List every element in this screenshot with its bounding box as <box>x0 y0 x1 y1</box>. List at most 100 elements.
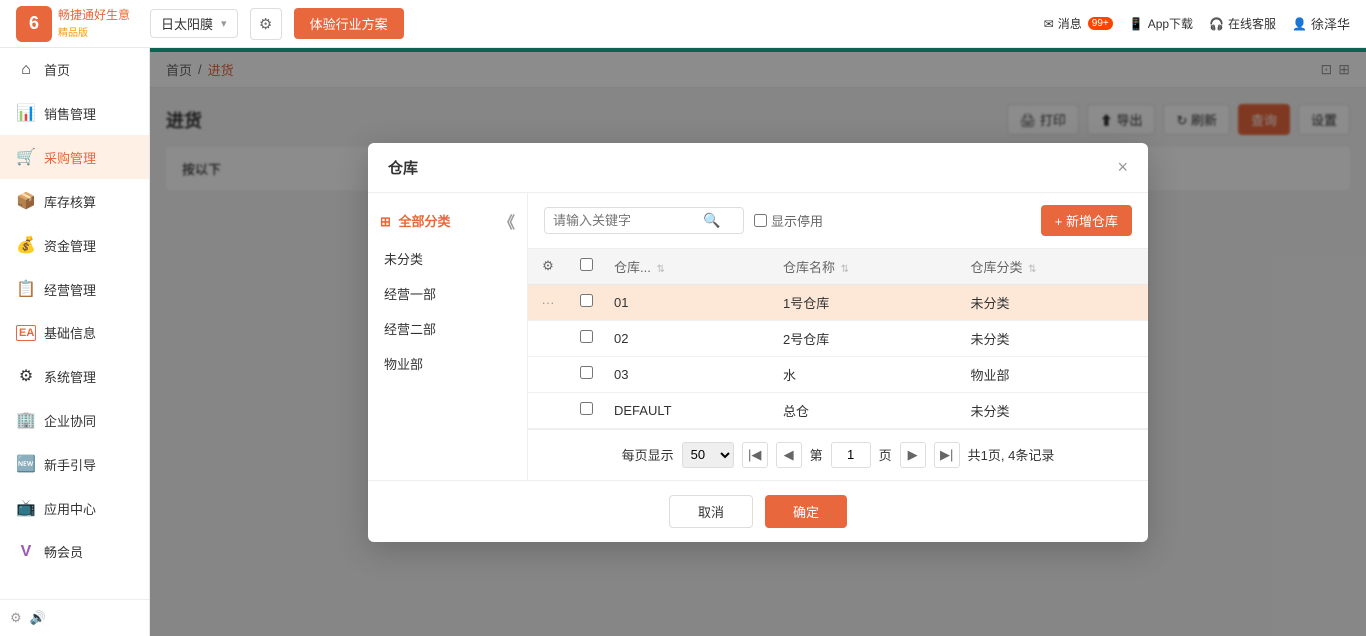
show-disabled-label: 显示停用 <box>771 211 823 230</box>
show-disabled-checkbox-label[interactable]: 显示停用 <box>754 211 823 230</box>
audio-icon[interactable]: 🔊 <box>30 610 46 626</box>
category-item-2[interactable]: 经营二部 <box>368 311 527 346</box>
headset-icon: 🎧 <box>1209 17 1224 31</box>
row-name: 总仓 <box>773 392 960 428</box>
trial-button[interactable]: 体验行业方案 <box>294 8 404 39</box>
warehouse-table: ⚙ 仓库... ⇅ <box>528 249 1148 429</box>
sidebar-item-finance[interactable]: 💰 资金管理 <box>0 223 149 267</box>
col-name-label: 仓库名称 <box>783 260 835 275</box>
row-more-icon[interactable]: ··· <box>542 295 555 310</box>
row-actions[interactable] <box>528 392 568 428</box>
sales-icon: 📊 <box>16 103 36 123</box>
sidebar-bottom: ⚙ 🔊 <box>0 599 149 636</box>
row-checkbox[interactable] <box>580 294 593 307</box>
col-settings: ⚙ <box>528 249 568 285</box>
table-row[interactable]: 02 2号仓库 未分类 <box>528 320 1148 356</box>
table-row[interactable]: DEFAULT 总仓 未分类 <box>528 392 1148 428</box>
row-actions[interactable] <box>528 320 568 356</box>
modal-title: 仓库 <box>388 157 418 178</box>
show-disabled-checkbox[interactable] <box>754 214 767 227</box>
store-name: 日太阳膜 <box>161 14 213 33</box>
row-checkbox[interactable] <box>580 366 593 379</box>
sidebar-label-home: 首页 <box>44 60 70 79</box>
row-actions[interactable]: ··· <box>528 284 568 320</box>
page-number-input[interactable] <box>831 442 871 468</box>
table-row[interactable]: ··· 01 1号仓库 未分类 <box>528 284 1148 320</box>
prev-page-btn[interactable]: ◀ <box>776 442 802 468</box>
settings-small-icon[interactable]: ⚙ <box>10 610 22 626</box>
sort-name-icon[interactable]: ⇅ <box>841 264 849 275</box>
last-page-btn[interactable]: ▶| <box>934 442 960 468</box>
content-toolbar: 🔍 显示停用 + 新增仓库 <box>528 193 1148 249</box>
pagination: 每页显示 20 50 100 |◀ ◀ 第 页 ▶ <box>528 429 1148 480</box>
sidebar: ⌂ 首页 📊 销售管理 🛒 采购管理 📦 库存核算 💰 资金管理 📋 经营管理 … <box>0 48 150 636</box>
confirm-button[interactable]: 确定 <box>765 495 847 528</box>
table-settings-icon[interactable]: ⚙ <box>542 258 554 273</box>
chevron-down-icon: ▾ <box>221 17 227 30</box>
category-item-3[interactable]: 物业部 <box>368 346 527 381</box>
sidebar-item-appcenter[interactable]: 📺 应用中心 <box>0 486 149 530</box>
vip-icon: V <box>16 543 36 561</box>
search-input[interactable] <box>553 213 703 228</box>
sidebar-item-base[interactable]: EA 基础信息 <box>0 311 149 354</box>
sidebar-item-system[interactable]: ⚙ 系统管理 <box>0 354 149 398</box>
app-download-btn[interactable]: 📱 App下载 <box>1129 15 1193 32</box>
notification-btn[interactable]: ✉ 消息 99+ <box>1044 15 1113 32</box>
collapse-icon[interactable]: 《 <box>499 209 515 233</box>
settings-icon[interactable]: ⚙ <box>250 8 282 40</box>
sidebar-item-purchase[interactable]: 🛒 采购管理 <box>0 135 149 179</box>
sort-category-icon[interactable]: ⇅ <box>1028 264 1036 275</box>
category-item-1[interactable]: 经营一部 <box>368 276 527 311</box>
row-checkbox[interactable] <box>580 402 593 415</box>
col-name: 仓库名称 ⇅ <box>773 249 960 285</box>
sidebar-item-sales[interactable]: 📊 销售管理 <box>0 91 149 135</box>
notification-badge: 99+ <box>1088 17 1113 30</box>
col-category-label: 仓库分类 <box>971 260 1023 275</box>
cancel-button[interactable]: 取消 <box>669 495 753 528</box>
store-selector[interactable]: 日太阳膜 ▾ <box>150 9 238 38</box>
grid-icon: ⊞ <box>380 214 391 229</box>
modal-close-button[interactable]: × <box>1117 158 1128 176</box>
row-name: 水 <box>773 356 960 392</box>
sidebar-item-enterprise[interactable]: 🏢 企业协同 <box>0 398 149 442</box>
sidebar-item-vip[interactable]: V 畅会员 <box>0 530 149 573</box>
select-all-checkbox[interactable] <box>580 258 593 271</box>
online-service-btn[interactable]: 🎧 在线客服 <box>1209 15 1276 32</box>
category-panel: ⊞ 全部分类 《 未分类 经营一部 经营二部 物业部 <box>368 193 528 480</box>
row-name: 1号仓库 <box>773 284 960 320</box>
category-item-0[interactable]: 未分类 <box>368 241 527 276</box>
sidebar-label-sales: 销售管理 <box>44 104 96 123</box>
sidebar-item-guide[interactable]: 🆕 新手引导 <box>0 442 149 486</box>
row-category: 未分类 <box>961 392 1149 428</box>
finance-icon: 💰 <box>16 235 36 255</box>
row-actions[interactable] <box>528 356 568 392</box>
system-icon: ⚙ <box>16 366 36 386</box>
home-icon: ⌂ <box>16 61 36 79</box>
row-category: 物业部 <box>961 356 1149 392</box>
logo-name: 畅捷通好生意 <box>58 8 130 24</box>
sidebar-item-operations[interactable]: 📋 经营管理 <box>0 267 149 311</box>
sidebar-label-finance: 资金管理 <box>44 236 96 255</box>
col-check <box>568 249 604 285</box>
sort-code-icon[interactable]: ⇅ <box>656 264 664 275</box>
search-icon[interactable]: 🔍 <box>703 212 720 229</box>
sidebar-item-home[interactable]: ⌂ 首页 <box>0 48 149 91</box>
topbar: 6 畅捷通好生意 精品版 日太阳膜 ▾ ⚙ 体验行业方案 ✉ 消息 99+ 📱 … <box>0 0 1366 48</box>
modal-body: ⊞ 全部分类 《 未分类 经营一部 经营二部 物业部 <box>368 193 1148 480</box>
enterprise-icon: 🏢 <box>16 410 36 430</box>
sidebar-item-inventory[interactable]: 📦 库存核算 <box>0 179 149 223</box>
row-category: 未分类 <box>961 320 1149 356</box>
add-warehouse-button[interactable]: + 新增仓库 <box>1041 205 1132 236</box>
page-label: 第 <box>810 445 823 464</box>
sidebar-label-base: 基础信息 <box>44 323 96 342</box>
bell-icon: ✉ <box>1044 17 1054 31</box>
row-checkbox[interactable] <box>580 330 593 343</box>
table-row[interactable]: 03 水 物业部 <box>528 356 1148 392</box>
sidebar-label-inventory: 库存核算 <box>44 192 96 211</box>
first-page-btn[interactable]: |◀ <box>742 442 768 468</box>
per-page-select[interactable]: 20 50 100 <box>682 442 734 468</box>
row-checkbox-cell <box>568 392 604 428</box>
all-category-header[interactable]: ⊞ 全部分类 《 <box>368 203 527 241</box>
user-menu[interactable]: 👤 徐泽华 <box>1292 14 1350 33</box>
next-page-btn[interactable]: ▶ <box>900 442 926 468</box>
